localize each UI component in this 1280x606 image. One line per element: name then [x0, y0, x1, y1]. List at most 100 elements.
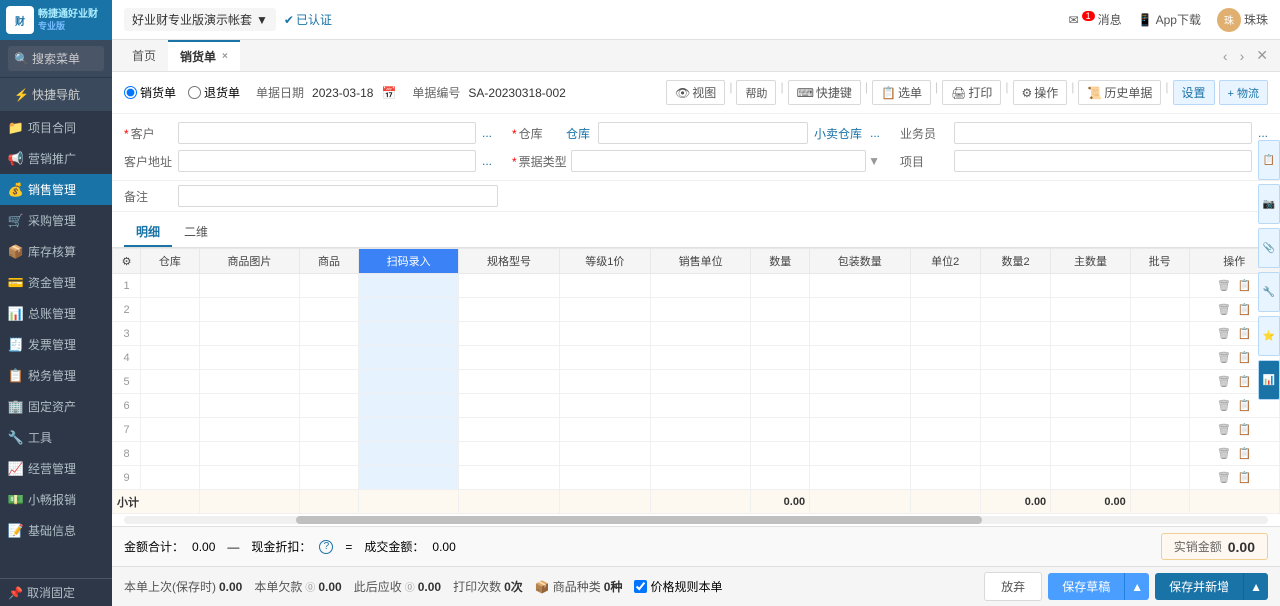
th-settings[interactable]: ⚙: [113, 249, 141, 274]
row-price[interactable]: [559, 394, 650, 418]
row-delete-button[interactable]: 🗑: [1215, 470, 1233, 485]
row-batch-no[interactable]: [1130, 298, 1189, 322]
return-order-radio-input[interactable]: [188, 86, 201, 99]
salesman-input[interactable]: [954, 122, 1252, 144]
row-sales-unit[interactable]: [650, 418, 750, 442]
row-qty2[interactable]: [980, 298, 1050, 322]
customer-input[interactable]: [178, 122, 476, 144]
row-pack-qty[interactable]: [810, 274, 910, 298]
row-delete-button[interactable]: 🗑: [1215, 398, 1233, 413]
customer-address-input[interactable]: [178, 150, 476, 172]
row-pack-qty[interactable]: [810, 442, 910, 466]
row-product[interactable]: [300, 298, 359, 322]
row-product[interactable]: [300, 418, 359, 442]
row-main-qty[interactable]: [1051, 370, 1131, 394]
row-main-qty[interactable]: [1051, 394, 1131, 418]
row-product[interactable]: [300, 346, 359, 370]
row-batch-import[interactable]: [358, 346, 458, 370]
row-qty2[interactable]: [980, 370, 1050, 394]
row-product-img[interactable]: [199, 466, 299, 490]
sidebar-item-tools[interactable]: 🔧 工具: [0, 422, 112, 453]
row-product-img[interactable]: [199, 394, 299, 418]
tab-next-button[interactable]: ›: [1236, 45, 1249, 66]
user-profile[interactable]: 珠 珠珠: [1217, 8, 1268, 32]
row-spec[interactable]: [459, 466, 559, 490]
row-batch-import[interactable]: [358, 442, 458, 466]
row-price[interactable]: [559, 466, 650, 490]
row-unit2[interactable]: [910, 274, 980, 298]
row-qty2[interactable]: [980, 346, 1050, 370]
discard-button[interactable]: 放弃: [984, 572, 1042, 601]
row-pack-qty[interactable]: [810, 322, 910, 346]
row-spec[interactable]: [459, 346, 559, 370]
sidebar-item-funds[interactable]: 💳 资金管理: [0, 267, 112, 298]
sidebar-item-project[interactable]: 📁 项目合同: [0, 112, 112, 143]
print-button[interactable]: 🖨 打印: [942, 80, 1001, 105]
warehouse-input[interactable]: [598, 122, 808, 144]
right-panel-btn-4[interactable]: 🔧: [1258, 272, 1280, 312]
row-pack-qty[interactable]: [810, 346, 910, 370]
row-batch-import[interactable]: [358, 298, 458, 322]
row-pack-qty[interactable]: [810, 466, 910, 490]
search-menu-button[interactable]: 🔍 搜索菜单: [8, 46, 104, 71]
row-delete-button[interactable]: 🗑: [1215, 446, 1233, 461]
add-logistics-button[interactable]: + 物流: [1219, 80, 1268, 105]
row-batch-import[interactable]: [358, 322, 458, 346]
sidebar-item-tax[interactable]: 📋 税务管理: [0, 360, 112, 391]
view-button[interactable]: 👁 视图: [666, 80, 725, 105]
row-price[interactable]: [559, 442, 650, 466]
row-qty[interactable]: [751, 442, 810, 466]
tab-close-button[interactable]: ✕: [1252, 45, 1272, 66]
unpin-button[interactable]: 📌 取消固定: [0, 579, 112, 606]
tab-close-icon[interactable]: ×: [222, 51, 228, 62]
sidebar-item-sales[interactable]: 💰 销售管理: [0, 174, 112, 205]
operate-button[interactable]: ⚙ 操作: [1013, 80, 1068, 105]
row-sales-unit[interactable]: [650, 442, 750, 466]
sidebar-search-area[interactable]: 🔍 搜索菜单: [0, 40, 112, 77]
row-batch-no[interactable]: [1130, 442, 1189, 466]
row-copy-button[interactable]: 📋: [1236, 470, 1254, 485]
help-button[interactable]: 帮助: [736, 80, 776, 105]
row-warehouse[interactable]: [141, 442, 200, 466]
row-warehouse[interactable]: [141, 322, 200, 346]
row-price[interactable]: [559, 418, 650, 442]
horizontal-scrollbar[interactable]: [124, 516, 1268, 524]
warehouse-select-icon[interactable]: ...: [870, 126, 880, 140]
sidebar-item-operations[interactable]: 📈 经营管理: [0, 453, 112, 484]
select-button[interactable]: 📋 选单: [872, 80, 931, 105]
row-product[interactable]: [300, 370, 359, 394]
row-price[interactable]: [559, 346, 650, 370]
row-spec[interactable]: [459, 418, 559, 442]
row-price[interactable]: [559, 274, 650, 298]
sidebar-item-inventory[interactable]: 📦 库存核算: [0, 236, 112, 267]
row-main-qty[interactable]: [1051, 274, 1131, 298]
row-spec[interactable]: [459, 274, 559, 298]
history-button[interactable]: 📜 历史单据: [1078, 80, 1161, 105]
row-copy-button[interactable]: 📋: [1236, 422, 1254, 437]
row-copy-button[interactable]: 📋: [1236, 326, 1254, 341]
row-delete-button[interactable]: 🗑: [1215, 302, 1233, 317]
row-pack-qty[interactable]: [810, 298, 910, 322]
quick-nav-button[interactable]: ⚡ 快捷导航: [8, 82, 104, 107]
row-sales-unit[interactable]: [650, 322, 750, 346]
sidebar-item-accounting[interactable]: 📊 总账管理: [0, 298, 112, 329]
sidebar-item-basic-info[interactable]: 📝 基础信息: [0, 515, 112, 546]
shortcut-button[interactable]: ⌨ 快捷键: [788, 80, 861, 105]
row-unit2[interactable]: [910, 298, 980, 322]
row-price[interactable]: [559, 298, 650, 322]
tab-prev-button[interactable]: ‹: [1219, 45, 1232, 66]
row-pack-qty[interactable]: [810, 394, 910, 418]
row-product-img[interactable]: [199, 346, 299, 370]
row-qty[interactable]: [751, 418, 810, 442]
tab-qr[interactable]: 二维: [172, 218, 220, 247]
remark-input[interactable]: [178, 185, 498, 207]
row-qty[interactable]: [751, 274, 810, 298]
row-qty2[interactable]: [980, 418, 1050, 442]
row-qty[interactable]: [751, 394, 810, 418]
sidebar-item-fixed-assets[interactable]: 🏢 固定资产: [0, 391, 112, 422]
row-product[interactable]: [300, 322, 359, 346]
sales-order-radio-input[interactable]: [124, 86, 137, 99]
row-warehouse[interactable]: [141, 394, 200, 418]
row-product-img[interactable]: [199, 298, 299, 322]
sidebar-item-invoice[interactable]: 🧾 发票管理: [0, 329, 112, 360]
